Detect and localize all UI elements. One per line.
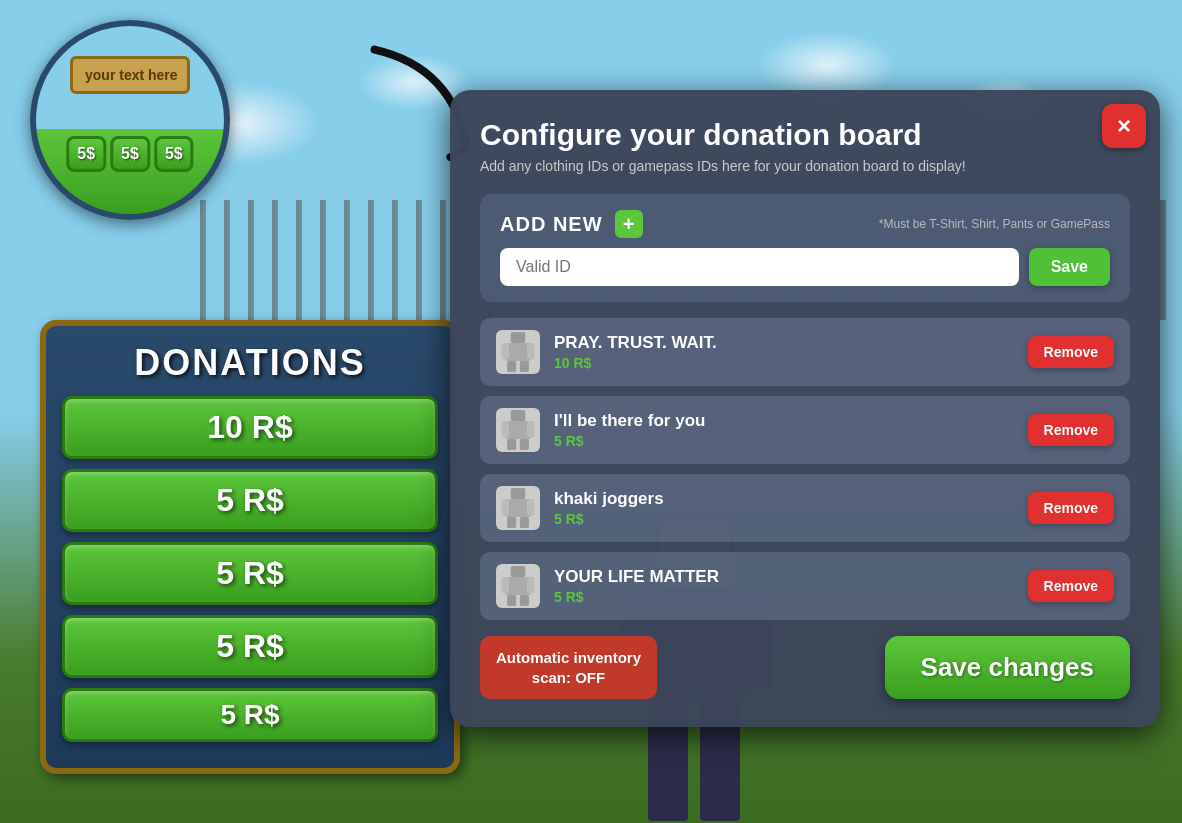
- donation-board-title: DONATIONS: [62, 342, 438, 384]
- svg-rect-14: [502, 499, 509, 515]
- item-row-1: I'll be there for you 5 R$ Remove: [480, 396, 1130, 464]
- preview-sign-text: your text here: [85, 67, 178, 83]
- save-changes-button[interactable]: Save changes: [885, 636, 1130, 699]
- svg-rect-3: [527, 343, 534, 359]
- svg-rect-4: [507, 361, 516, 372]
- donation-row-4: 5 R$: [62, 615, 438, 678]
- item-icon-1: [496, 408, 540, 452]
- item-price-3: 5 R$: [554, 589, 1014, 605]
- item-icon-2: [496, 486, 540, 530]
- add-new-save-button[interactable]: Save: [1029, 248, 1110, 286]
- svg-rect-18: [511, 566, 526, 577]
- item-remove-button-1[interactable]: Remove: [1028, 414, 1114, 446]
- item-icon-3: [496, 564, 540, 608]
- item-remove-button-2[interactable]: Remove: [1028, 492, 1114, 524]
- svg-rect-11: [520, 439, 529, 450]
- svg-rect-22: [507, 595, 516, 606]
- donation-row-2: 5 R$: [62, 469, 438, 532]
- svg-rect-23: [520, 595, 529, 606]
- item-price-0: 10 R$: [554, 355, 1014, 371]
- donation-row-3: 5 R$: [62, 542, 438, 605]
- item-row-0: PRAY. TRUST. WAIT. 10 R$ Remove: [480, 318, 1130, 386]
- configure-modal: × Configure your donation board Add any …: [450, 90, 1160, 727]
- item-name-0: PRAY. TRUST. WAIT.: [554, 333, 1014, 353]
- item-name-1: I'll be there for you: [554, 411, 1014, 431]
- preview-circle: your text here 5$ 5$ 5$: [30, 20, 230, 220]
- modal-close-button[interactable]: ×: [1102, 104, 1146, 148]
- add-new-section: ADD NEW + *Must be T-Shirt, Shirt, Pants…: [480, 194, 1130, 302]
- preview-price-2: 5$: [110, 136, 150, 172]
- preview-price-3: 5$: [154, 136, 194, 172]
- item-remove-button-0[interactable]: Remove: [1028, 336, 1114, 368]
- svg-rect-16: [507, 517, 516, 528]
- item-price-1: 5 R$: [554, 433, 1014, 449]
- svg-rect-20: [502, 577, 509, 593]
- svg-rect-0: [511, 332, 526, 343]
- modal-bottom-bar: Automatic inventory scan: OFF Save chang…: [480, 636, 1130, 699]
- add-new-row: Save: [500, 248, 1110, 286]
- add-new-label: ADD NEW: [500, 213, 603, 236]
- add-new-header: ADD NEW + *Must be T-Shirt, Shirt, Pants…: [500, 210, 1110, 238]
- svg-rect-5: [520, 361, 529, 372]
- item-price-2: 5 R$: [554, 511, 1014, 527]
- add-new-plus-button[interactable]: +: [615, 210, 643, 238]
- item-name-2: khaki joggers: [554, 489, 1014, 509]
- svg-rect-12: [511, 488, 526, 499]
- svg-rect-8: [502, 421, 509, 437]
- item-row-2: khaki joggers 5 R$ Remove: [480, 474, 1130, 542]
- svg-rect-6: [511, 410, 526, 421]
- item-info-0: PRAY. TRUST. WAIT. 10 R$: [554, 333, 1014, 371]
- item-name-3: YOUR LIFE MATTER: [554, 567, 1014, 587]
- svg-rect-17: [520, 517, 529, 528]
- auto-scan-badge: Automatic inventory scan: OFF: [480, 636, 657, 699]
- svg-rect-2: [502, 343, 509, 359]
- donation-board: DONATIONS 10 R$ 5 R$ 5 R$ 5 R$ 5 R$: [40, 320, 460, 774]
- svg-rect-13: [505, 499, 530, 517]
- svg-rect-15: [527, 499, 534, 515]
- preview-price-1: 5$: [66, 136, 106, 172]
- item-info-1: I'll be there for you 5 R$: [554, 411, 1014, 449]
- preview-sign: your text here: [70, 56, 190, 94]
- item-row-3: YOUR LIFE MATTER 5 R$ Remove: [480, 552, 1130, 620]
- svg-rect-21: [527, 577, 534, 593]
- item-info-2: khaki joggers 5 R$: [554, 489, 1014, 527]
- modal-subtitle: Add any clothing IDs or gamepass IDs her…: [480, 158, 1130, 174]
- modal-title: Configure your donation board: [480, 118, 1130, 152]
- svg-rect-9: [527, 421, 534, 437]
- svg-rect-1: [505, 343, 530, 361]
- add-new-note: *Must be T-Shirt, Shirt, Pants or GamePa…: [879, 217, 1110, 231]
- donation-row-5: 5 R$: [62, 688, 438, 742]
- item-icon-0: [496, 330, 540, 374]
- svg-rect-10: [507, 439, 516, 450]
- valid-id-input[interactable]: [500, 248, 1019, 286]
- item-remove-button-3[interactable]: Remove: [1028, 570, 1114, 602]
- svg-rect-7: [505, 421, 530, 439]
- item-info-3: YOUR LIFE MATTER 5 R$: [554, 567, 1014, 605]
- donation-row-1: 10 R$: [62, 396, 438, 459]
- preview-prices: 5$ 5$ 5$: [66, 136, 193, 172]
- svg-rect-19: [505, 577, 530, 595]
